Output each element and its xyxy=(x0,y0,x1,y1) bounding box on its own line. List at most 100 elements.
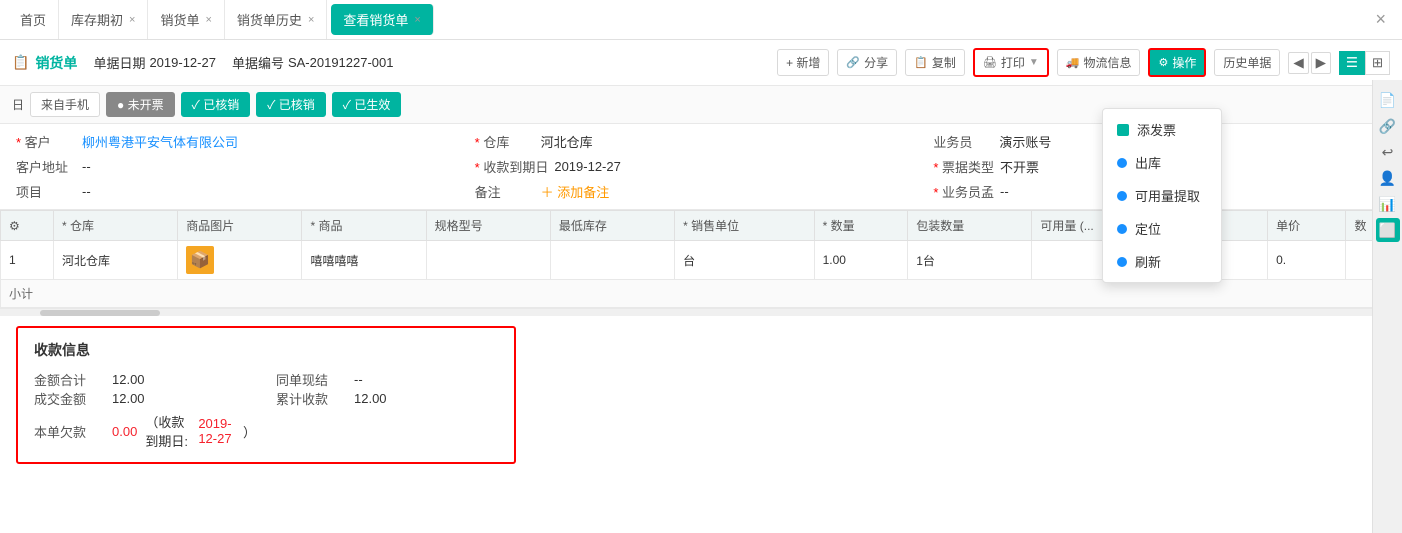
view-list-btn[interactable]: ☰ xyxy=(1339,51,1365,75)
col-price: 单价 xyxy=(1268,211,1346,241)
doc-actions: + 新增 🔗 分享 📋 复制 🖨 打印 ▼ 🚚 物流信息 xyxy=(777,48,1390,77)
status-mobile[interactable]: 来自手机 xyxy=(30,92,100,117)
dropdown-locate[interactable]: 定位 xyxy=(1103,212,1221,245)
tab-home[interactable]: 首页 xyxy=(8,0,59,39)
row-img: 📦 xyxy=(178,241,302,280)
row-pack-qty: 1台 xyxy=(908,241,1032,280)
main-content: 📋 销货单 单据日期 2019-12-27 单据编号 SA-20191227-0… xyxy=(0,40,1402,533)
payment-title: 收款信息 xyxy=(34,340,498,360)
warehouse-field: 仓库 河北仓库 xyxy=(475,132,928,151)
row-qty: 1.00 xyxy=(814,241,908,280)
project-value: -- xyxy=(82,184,91,199)
total-receipt-value: 12.00 xyxy=(354,391,387,406)
dropdown-add-invoice[interactable]: 添发票 xyxy=(1103,113,1221,146)
subtotal-label: 小计 xyxy=(1,280,1402,308)
tab-bar: 首页 库存期初 × 销货单 × 销货单历史 × 查看销货单 × × xyxy=(0,0,1402,40)
dropdown-refresh[interactable]: 刷新 xyxy=(1103,245,1221,278)
locate-icon xyxy=(1117,224,1127,234)
row-min-stock xyxy=(550,241,674,280)
payment-col-right: 同单现结 -- 累计收款 12.00 xyxy=(276,370,498,450)
refresh-icon xyxy=(1117,257,1127,267)
balance-value: 0.00 xyxy=(112,424,137,439)
due-date-field: 收款到期日 2019-12-27 xyxy=(475,157,928,176)
col-product: * 商品 xyxy=(302,211,426,241)
logistics-button[interactable]: 🚚 物流信息 xyxy=(1057,49,1141,76)
prev-btn[interactable]: ◀ xyxy=(1288,52,1308,74)
tab-close-sales[interactable]: × xyxy=(205,14,211,26)
row-price: 0. xyxy=(1268,241,1346,280)
window-close-btn[interactable]: × xyxy=(1375,9,1386,30)
col-gear: ⚙ xyxy=(1,211,54,241)
history-button[interactable]: 历史单据 xyxy=(1214,49,1280,76)
address-value: -- xyxy=(82,159,91,174)
tab-close-inventory[interactable]: × xyxy=(129,14,135,26)
right-sidebar: 📄 🔗 ↩ 👤 📊 ⬜ xyxy=(1372,80,1402,533)
add-note-btn[interactable]: ＋ 添加备注 xyxy=(541,182,610,201)
balance-date: 2019-12-27 xyxy=(198,416,235,446)
transaction-row: 成交金额 12.00 xyxy=(34,389,256,408)
payment-grid: 金额合计 12.00 成交金额 12.00 本单欠款 0.00 （收款到期日: … xyxy=(34,370,498,450)
subtotal-row: 小计 xyxy=(1,280,1402,308)
customer-value[interactable]: 柳州粤港平安气体有限公司 xyxy=(82,132,238,151)
doc-header: 📋 销货单 单据日期 2019-12-27 单据编号 SA-20191227-0… xyxy=(0,40,1402,86)
nav-arrows: ◀ ▶ xyxy=(1288,52,1331,74)
sidebar-return-icon[interactable]: ↩ xyxy=(1376,140,1400,164)
col-warehouse: * 仓库 xyxy=(54,211,178,241)
horizontal-scrollbar[interactable] xyxy=(0,308,1402,316)
row-product: 嘻嘻嘻嘻 xyxy=(302,241,426,280)
col-pack: 包装数量 xyxy=(908,211,1032,241)
doc-date: 单据日期 2019-12-27 xyxy=(93,53,216,72)
operations-dropdown: 添发票 出库 可用量提取 定位 刷新 xyxy=(1102,108,1222,283)
status-sold[interactable]: ✓ 已核销 xyxy=(256,92,326,117)
dropdown-outbound[interactable]: 出库 xyxy=(1103,146,1221,179)
doc-title-text: 销货单 xyxy=(35,53,77,73)
row-unit: 台 xyxy=(675,241,815,280)
tab-close-view-sales[interactable]: × xyxy=(414,14,420,26)
new-button[interactable]: + 新增 xyxy=(777,49,829,76)
sidebar-link-icon[interactable]: 🔗 xyxy=(1376,114,1400,138)
view-grid-btn[interactable]: ⊞ xyxy=(1365,51,1390,75)
sidebar-chart-icon[interactable]: 📊 xyxy=(1376,192,1400,216)
next-btn[interactable]: ▶ xyxy=(1311,52,1331,74)
transaction-value: 12.00 xyxy=(112,391,145,406)
sales-value: -- xyxy=(1000,184,1009,199)
status-effective[interactable]: ✓ 已生效 xyxy=(332,92,402,117)
project-field: 项目 -- xyxy=(16,182,469,201)
ticket-value: 不开票 xyxy=(1000,157,1039,176)
share-button[interactable]: 🔗 分享 xyxy=(837,49,897,76)
copy-button[interactable]: 📋 复制 xyxy=(905,49,965,76)
operations-button[interactable]: ⚙ 操作 xyxy=(1148,48,1206,77)
col-unit: * 销售单位 xyxy=(675,211,815,241)
tab-view-sales[interactable]: 查看销货单 × xyxy=(331,4,433,35)
dropdown-available[interactable]: 可用量提取 xyxy=(1103,179,1221,212)
sidebar-user-icon[interactable]: 👤 xyxy=(1376,166,1400,190)
sidebar-expand-icon[interactable]: ⬜ xyxy=(1376,218,1400,242)
customer-field: 客户 柳州粤港平安气体有限公司 xyxy=(16,132,469,151)
payment-section: 收款信息 金额合计 12.00 成交金额 12.00 本单欠款 0.00 （收款… xyxy=(16,326,516,464)
total-receipt-row: 累计收款 12.00 xyxy=(276,389,498,408)
amount-row: 金额合计 12.00 xyxy=(34,370,256,389)
tab-close-sales-history[interactable]: × xyxy=(308,14,314,26)
available-icon xyxy=(1117,191,1127,201)
row-spec xyxy=(426,241,550,280)
outbound-icon xyxy=(1117,158,1127,168)
col-spec: 规格型号 xyxy=(426,211,550,241)
print-button[interactable]: 🖨 打印 ▼ xyxy=(973,48,1049,77)
col-img: 商品图片 xyxy=(178,211,302,241)
tab-inventory[interactable]: 库存期初 × xyxy=(59,0,148,39)
note-field: 备注 ＋ 添加备注 xyxy=(475,182,928,201)
scroll-thumb xyxy=(40,310,160,316)
add-invoice-icon xyxy=(1117,124,1129,136)
view-toggle: ☰ ⊞ xyxy=(1339,51,1390,75)
status-check[interactable]: ✓ 已核销 xyxy=(181,92,251,117)
product-image: 📦 xyxy=(186,246,214,274)
row-index: 1 xyxy=(1,241,54,280)
sidebar-doc-icon[interactable]: 📄 xyxy=(1376,88,1400,112)
balance-row: 本单欠款 0.00 （收款到期日: 2019-12-27 ） xyxy=(34,412,256,450)
same-order-row: 同单现结 -- xyxy=(276,370,498,389)
amount-value: 12.00 xyxy=(112,372,145,387)
tab-sales[interactable]: 销货单 × xyxy=(148,0,224,39)
address-field: 客户地址 -- xyxy=(16,157,469,176)
tab-sales-history[interactable]: 销货单历史 × xyxy=(225,0,327,39)
status-unopened[interactable]: ● 未开票 xyxy=(106,92,175,117)
